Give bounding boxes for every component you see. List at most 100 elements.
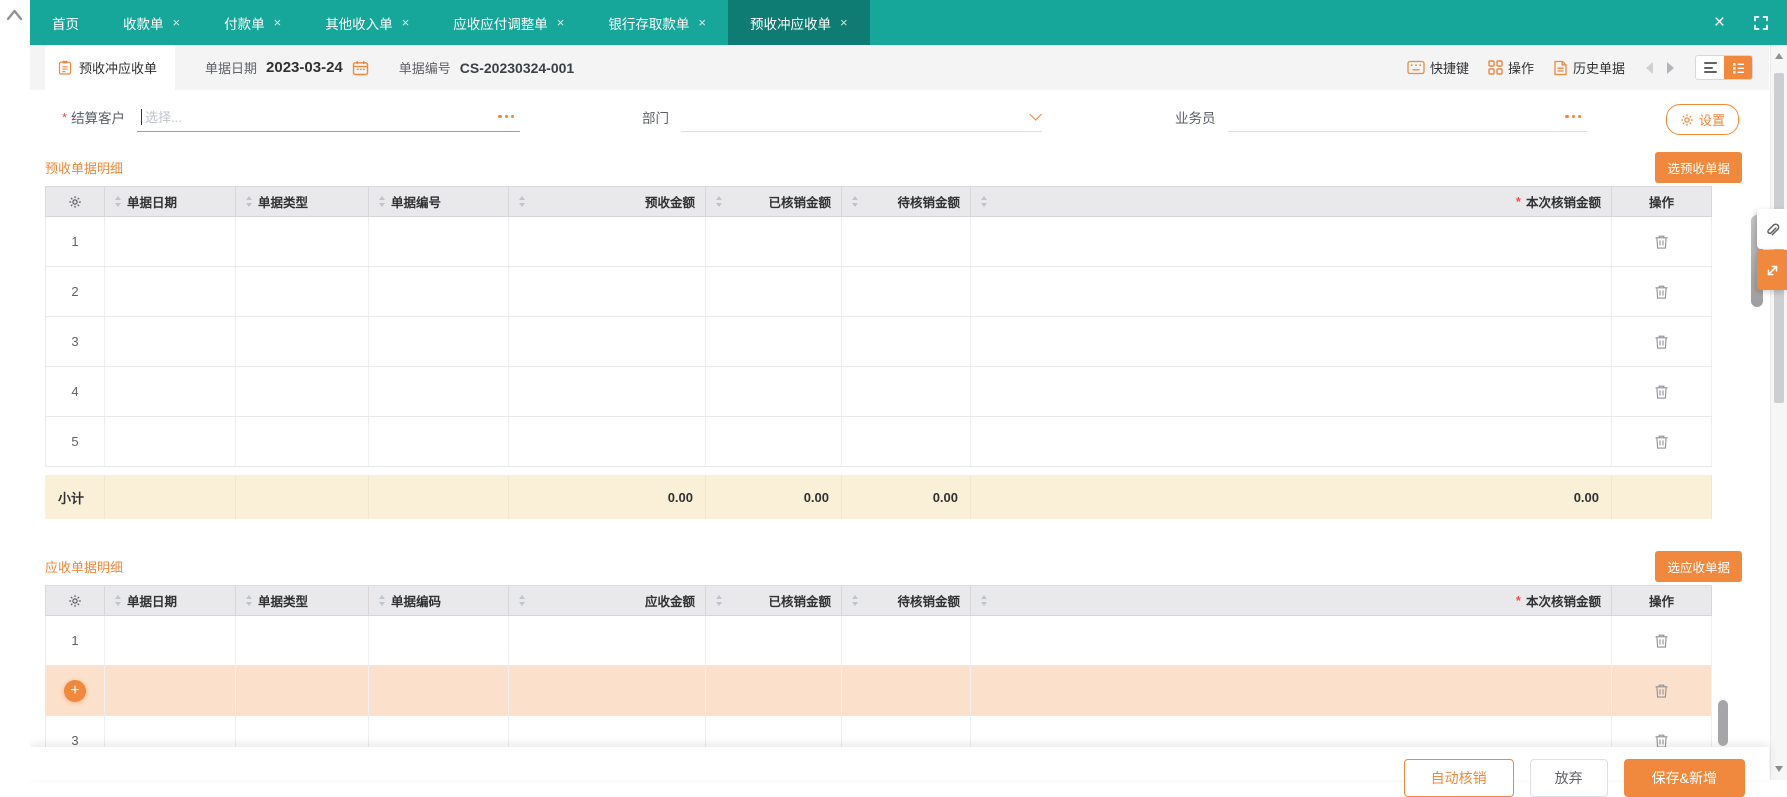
scroll-up-icon[interactable] bbox=[1775, 53, 1783, 59]
column-header[interactable]: 单据类型 bbox=[236, 586, 369, 615]
next-page-icon[interactable] bbox=[1667, 61, 1674, 74]
table-cell[interactable] bbox=[105, 417, 236, 466]
sort-icon[interactable] bbox=[246, 595, 252, 606]
table2-scrollbar-thumb[interactable] bbox=[1718, 700, 1728, 746]
table-cell[interactable] bbox=[236, 217, 369, 266]
table-row[interactable]: 4 bbox=[45, 367, 1712, 417]
sort-icon[interactable] bbox=[981, 196, 987, 207]
table-cell[interactable] bbox=[509, 367, 706, 416]
table-cell[interactable] bbox=[509, 616, 706, 665]
topbar-tab[interactable]: 其他收入单 × bbox=[303, 0, 431, 45]
table-cell[interactable] bbox=[369, 217, 509, 266]
table-cell[interactable] bbox=[236, 417, 369, 466]
table-cell[interactable] bbox=[105, 367, 236, 416]
table-cell[interactable] bbox=[509, 317, 706, 366]
table-cell[interactable] bbox=[706, 666, 842, 715]
sort-icon[interactable] bbox=[852, 196, 858, 207]
department-input[interactable] bbox=[681, 102, 1042, 132]
column-header[interactable]: 单据编码 bbox=[369, 586, 509, 615]
date-field[interactable]: 单据日期 2023-03-24 bbox=[205, 58, 369, 77]
delete-row-button[interactable] bbox=[1651, 231, 1672, 253]
column-header[interactable]: 单据日期 bbox=[105, 187, 236, 216]
sort-icon[interactable] bbox=[716, 196, 722, 207]
table-cell[interactable] bbox=[105, 616, 236, 665]
table-cell[interactable] bbox=[369, 417, 509, 466]
table-cell[interactable] bbox=[509, 417, 706, 466]
delete-row-button[interactable] bbox=[1651, 331, 1672, 353]
table-cell[interactable] bbox=[369, 367, 509, 416]
table-cell[interactable] bbox=[369, 317, 509, 366]
ellipsis-picker-icon[interactable] bbox=[1563, 111, 1583, 122]
table-cell[interactable] bbox=[236, 616, 369, 665]
table-cell[interactable] bbox=[236, 367, 369, 416]
tab-close-icon[interactable]: × bbox=[173, 15, 181, 30]
table-cell[interactable] bbox=[842, 317, 971, 366]
page-scrollbar[interactable] bbox=[1770, 45, 1787, 780]
delete-row-button[interactable] bbox=[1651, 431, 1672, 453]
table-cell[interactable] bbox=[509, 666, 706, 715]
table-cell[interactable] bbox=[971, 367, 1612, 416]
topbar-tab[interactable]: 银行存取款单 × bbox=[586, 0, 728, 45]
table-cell[interactable] bbox=[842, 217, 971, 266]
table-cell[interactable] bbox=[971, 417, 1612, 466]
settings-button[interactable]: 设置 bbox=[1665, 104, 1739, 135]
topbar-tab[interactable]: 收款单 × bbox=[101, 0, 202, 45]
sort-icon[interactable] bbox=[981, 595, 987, 606]
table-cell[interactable] bbox=[105, 317, 236, 366]
table-cell[interactable] bbox=[369, 666, 509, 715]
tab-close-icon[interactable]: × bbox=[402, 15, 410, 30]
table-cell[interactable] bbox=[706, 217, 842, 266]
table-cell[interactable] bbox=[971, 267, 1612, 316]
chevron-down-icon[interactable] bbox=[1029, 108, 1042, 121]
table-row[interactable]: + bbox=[45, 666, 1712, 716]
save-and-new-button[interactable]: 保存&新增 bbox=[1623, 759, 1745, 797]
customer-input[interactable]: 选择... bbox=[137, 102, 520, 132]
delete-row-button[interactable] bbox=[1651, 381, 1672, 403]
table-cell[interactable] bbox=[105, 267, 236, 316]
column-settings-gear-icon[interactable] bbox=[68, 195, 82, 209]
table-cell[interactable] bbox=[105, 666, 236, 715]
table-cell[interactable] bbox=[236, 267, 369, 316]
tab-close-icon[interactable]: × bbox=[274, 15, 282, 30]
table-cell[interactable] bbox=[842, 417, 971, 466]
table-cell[interactable] bbox=[971, 666, 1612, 715]
table-cell[interactable] bbox=[842, 666, 971, 715]
add-row-button[interactable]: + bbox=[64, 679, 86, 702]
table-cell[interactable] bbox=[369, 267, 509, 316]
table-cell[interactable] bbox=[706, 267, 842, 316]
table-row[interactable]: 2 bbox=[45, 267, 1712, 317]
sort-icon[interactable] bbox=[379, 196, 385, 207]
column-settings-cell[interactable] bbox=[45, 586, 105, 615]
select-prepaid-button[interactable]: 选预收单据 bbox=[1655, 151, 1742, 183]
salesman-input[interactable] bbox=[1227, 102, 1587, 132]
sort-icon[interactable] bbox=[716, 595, 722, 606]
table-cell[interactable] bbox=[706, 417, 842, 466]
column-settings-gear-icon[interactable] bbox=[68, 594, 82, 608]
table-cell[interactable] bbox=[706, 367, 842, 416]
column-header[interactable]: 单据编号 bbox=[369, 187, 509, 216]
sort-icon[interactable] bbox=[852, 595, 858, 606]
table-cell[interactable] bbox=[236, 666, 369, 715]
prev-page-icon[interactable] bbox=[1646, 61, 1653, 74]
sort-icon[interactable] bbox=[115, 196, 121, 207]
column-header[interactable]: * 本次核销金额 bbox=[971, 586, 1612, 615]
table-cell[interactable] bbox=[971, 616, 1612, 665]
expand-button[interactable] bbox=[1757, 250, 1787, 290]
table-cell[interactable] bbox=[105, 217, 236, 266]
sort-icon[interactable] bbox=[246, 196, 252, 207]
table-cell[interactable] bbox=[971, 217, 1612, 266]
table-cell[interactable] bbox=[971, 317, 1612, 366]
document-tab[interactable]: 预收冲应收单 bbox=[45, 45, 176, 90]
fullscreen-icon[interactable] bbox=[1753, 15, 1769, 31]
select-receivable-button[interactable]: 选应收单据 bbox=[1655, 550, 1742, 582]
column-header[interactable]: 预收金额 bbox=[509, 187, 706, 216]
list-view-button[interactable] bbox=[1696, 56, 1724, 79]
topbar-tab[interactable]: 付款单 × bbox=[202, 0, 303, 45]
date-value[interactable]: 2023-03-24 bbox=[266, 59, 343, 76]
topbar-tab[interactable]: 预收冲应收单 × bbox=[727, 0, 870, 45]
topbar-tab[interactable]: 首页 bbox=[30, 0, 101, 45]
history-button[interactable]: 历史单据 bbox=[1553, 58, 1625, 77]
delete-row-button[interactable] bbox=[1651, 630, 1672, 652]
table-cell[interactable] bbox=[236, 317, 369, 366]
column-header[interactable]: 已核销金额 bbox=[706, 586, 842, 615]
